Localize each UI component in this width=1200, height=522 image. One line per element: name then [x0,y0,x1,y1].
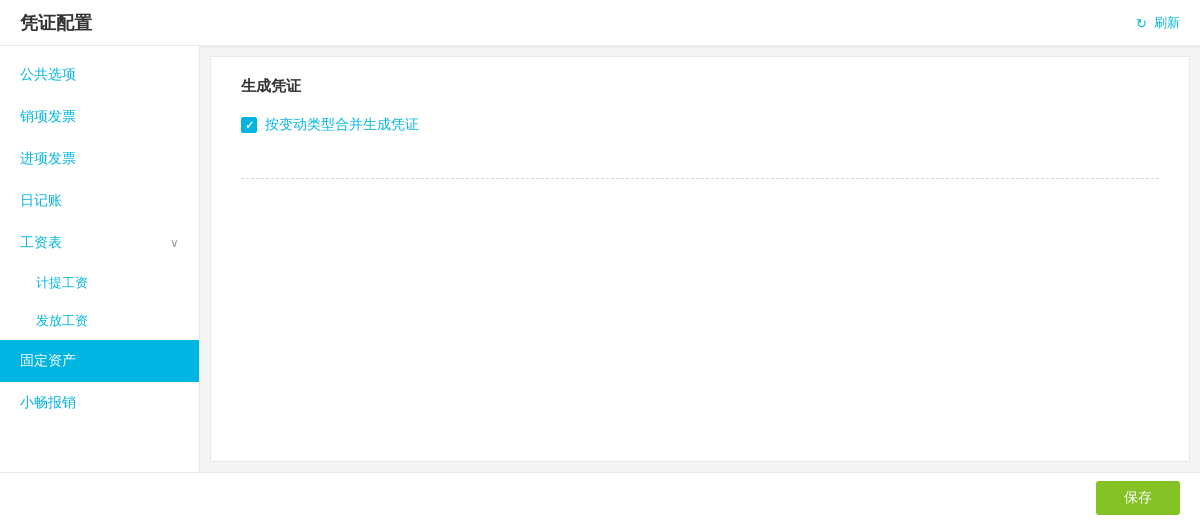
sidebar-item-journal[interactable]: 日记账 [0,180,199,222]
sidebar-sub-item-calc-salary[interactable]: 计提工资 [0,264,199,302]
sidebar-item-label: 工资表 [20,234,62,252]
sidebar-item-fixed-assets[interactable]: 固定资产 [0,340,199,382]
sidebar-item-sales-invoice[interactable]: 销项发票 [0,96,199,138]
refresh-label: 刷新 [1154,14,1180,32]
divider [241,178,1159,179]
checkbox-row: 按变动类型合并生成凭证 [241,112,1159,138]
checkbox-label[interactable]: 按变动类型合并生成凭证 [265,116,419,134]
sidebar-item-label: 公共选项 [20,66,76,84]
sidebar-sub-item-issue-salary[interactable]: 发放工资 [0,302,199,340]
sidebar-item-payroll[interactable]: 工资表 ∨ [0,222,199,264]
footer: 保存 [0,472,1200,522]
sidebar-item-expense[interactable]: 小畅报销 [0,382,199,424]
section-body: 按变动类型合并生成凭证 [211,112,1189,158]
sidebar-item-public-options[interactable]: 公共选项 [0,54,199,96]
sidebar-item-label: 销项发票 [20,108,76,126]
main-content: 生成凭证 按变动类型合并生成凭证 [210,56,1190,462]
sidebar-item-label: 小畅报销 [20,394,76,412]
sidebar-item-label: 日记账 [20,192,62,210]
header: 凭证配置 ↻ 刷新 [0,0,1200,46]
sidebar-item-label: 进项发票 [20,150,76,168]
refresh-icon: ↻ [1136,16,1150,30]
page-title: 凭证配置 [20,11,92,35]
body: 公共选项销项发票进项发票日记账工资表 ∨ 计提工资发放工资固定资产小畅报销 生成凭证… [0,46,1200,472]
merge-by-type-checkbox[interactable] [241,117,257,133]
page-wrapper: 凭证配置 ↻ 刷新 公共选项销项发票进项发票日记账工资表 ∨ 计提工资发放工资固定资… [0,0,1200,522]
save-button[interactable]: 保存 [1096,481,1180,515]
section-title: 生成凭证 [211,57,1189,112]
chevron-down-icon: ∨ [170,236,179,250]
refresh-button[interactable]: ↻ 刷新 [1136,14,1180,32]
sidebar: 公共选项销项发票进项发票日记账工资表 ∨ 计提工资发放工资固定资产小畅报销 [0,46,200,472]
sidebar-item-purchase-invoice[interactable]: 进项发票 [0,138,199,180]
sidebar-item-label: 固定资产 [20,352,76,370]
